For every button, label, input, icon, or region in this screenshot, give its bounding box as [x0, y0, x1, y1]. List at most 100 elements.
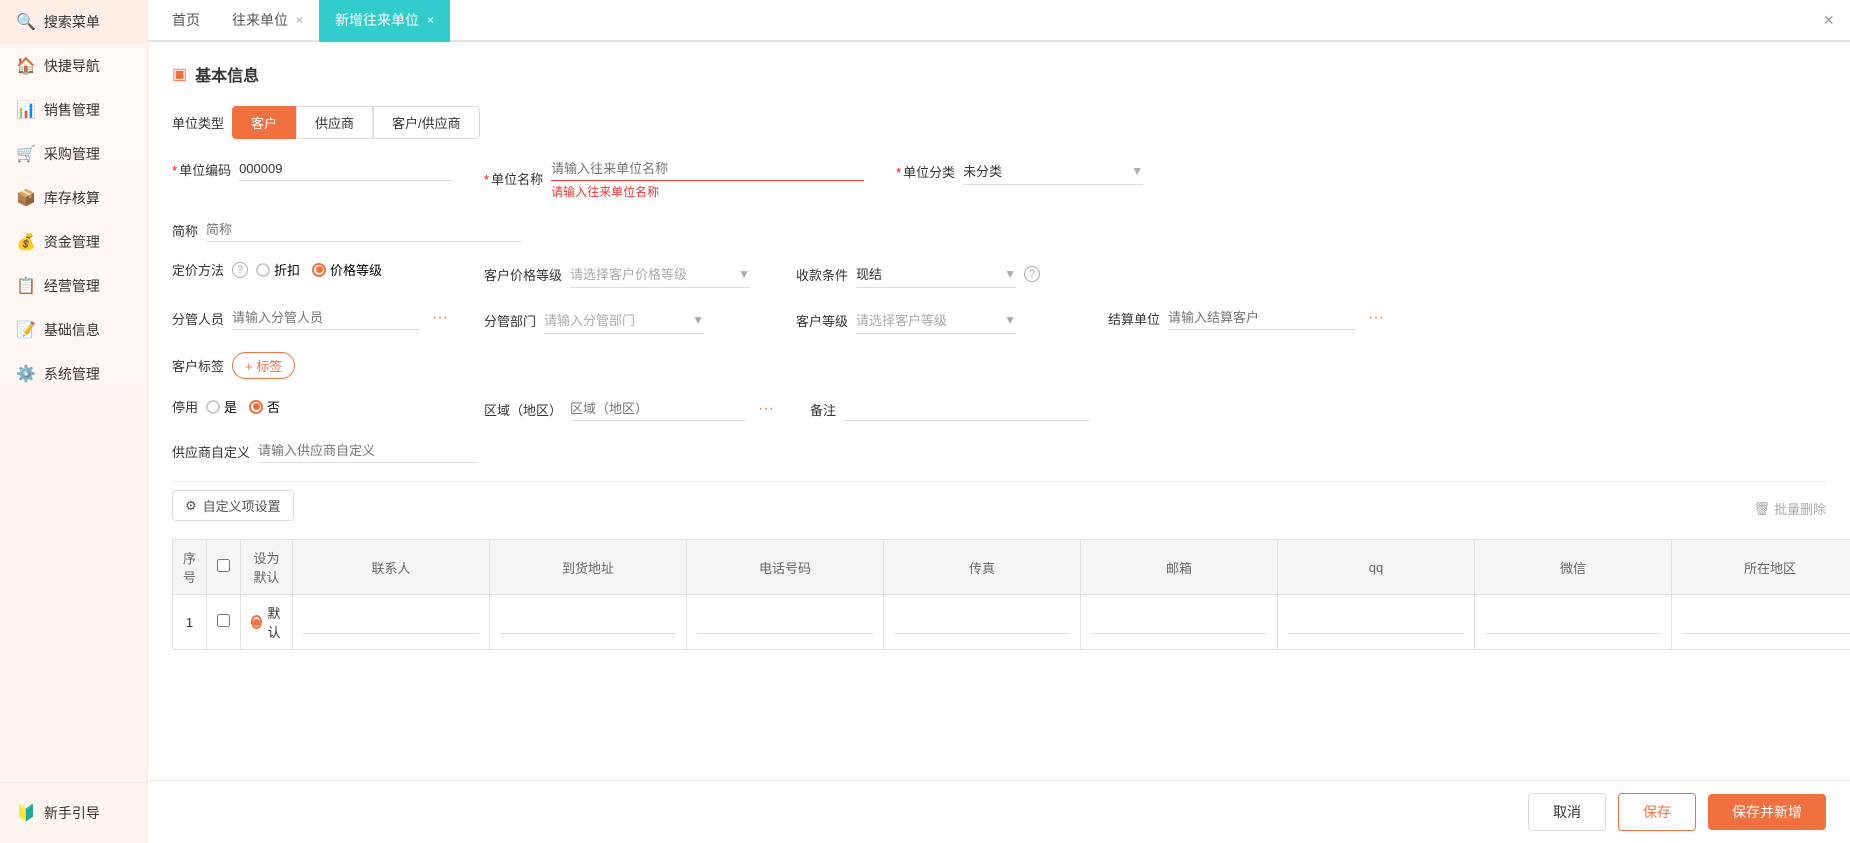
sidebar-item-system[interactable]: ⚙️ 系统管理	[0, 352, 147, 396]
table-row: 1 默认	[173, 595, 1850, 650]
unit-btn-supplier[interactable]: 供应商	[296, 106, 373, 139]
customer-price-level-label: 客户价格等级	[484, 265, 562, 284]
disabled-yes-option[interactable]: 是	[206, 397, 237, 416]
pricing-discount-radio[interactable]	[256, 263, 270, 277]
save-button[interactable]: 保存	[1618, 793, 1696, 831]
short-name-input[interactable]	[206, 218, 522, 242]
pricing-level-radio[interactable]	[312, 263, 326, 277]
customer-price-level-placeholder: 请选择客户价格等级	[570, 264, 734, 283]
supplier-custom-field: 供应商自定义	[172, 439, 478, 463]
customize-settings-button[interactable]: ⚙ 自定义项设置	[172, 490, 294, 521]
sidebar-item-quicknav[interactable]: 🏠 快捷导航	[0, 44, 147, 88]
email-input[interactable]	[1091, 610, 1267, 634]
save-new-button[interactable]: 保存并新增	[1708, 794, 1826, 830]
fax-input[interactable]	[894, 610, 1070, 634]
tab-home[interactable]: 首页	[156, 0, 216, 42]
sidebar-item-sales[interactable]: 📊 销售管理	[0, 88, 147, 132]
unit-btn-customer[interactable]: 客户	[232, 106, 296, 139]
col-index: 序号	[173, 540, 207, 595]
pricing-help-icon[interactable]: ?	[232, 262, 248, 278]
unit-name-field: *单位名称 请输入往来单位名称	[484, 157, 864, 200]
cancel-button[interactable]: 取消	[1528, 793, 1606, 831]
customer-level-select[interactable]: 请选择客户等级 ▼	[856, 306, 1016, 334]
region-dots-icon[interactable]: ···	[754, 400, 778, 418]
sidebar-item-finance[interactable]: 💰 资金管理	[0, 220, 147, 264]
phone-input[interactable]	[697, 610, 873, 634]
sidebar: 🔍 搜索菜单 🏠 快捷导航 📊 销售管理 🛒 采购管理 📦 库存核算 💰 资金管…	[0, 0, 148, 843]
remark-field: 备注	[810, 397, 1090, 421]
unit-name-input[interactable]	[551, 157, 864, 181]
tab-contacts[interactable]: 往来单位 ×	[216, 0, 319, 42]
default-radio-item[interactable]: 默认	[251, 603, 282, 641]
batch-delete-button[interactable]: 🗑 批量删除	[1753, 499, 1826, 518]
window-close-button[interactable]: ×	[1815, 10, 1842, 31]
disabled-yes-radio[interactable]	[206, 400, 220, 414]
section-header: ▣ 基本信息	[172, 62, 1826, 86]
tab-contacts-close[interactable]: ×	[296, 13, 303, 27]
customer-tag-field: 客户标签 + 标签	[172, 352, 452, 379]
settlement-unit-input[interactable]	[1168, 306, 1356, 330]
col-address: 到货地址	[490, 540, 687, 595]
col-wechat: 微信	[1475, 540, 1672, 595]
main-area: 首页 往来单位 × 新增往来单位 × × ▣ 基本信息 单位类型 客户 供应商 …	[148, 0, 1850, 843]
sidebar-item-inventory[interactable]: 📦 库存核算	[0, 176, 147, 220]
contact-table: 序号 设为默认 联系人 到货地址 电话号码 传真 邮箱 qq 微信 所在地区 操…	[172, 539, 1850, 650]
home-icon: 🏠	[16, 56, 36, 76]
short-name-field: 简称	[172, 218, 522, 242]
tab-new-contact-close[interactable]: ×	[427, 13, 434, 27]
customer-price-level-select[interactable]: 请选择客户价格等级 ▼	[570, 260, 750, 288]
cell-region	[1672, 595, 1850, 650]
col-region: 所在地区	[1672, 540, 1850, 595]
manager-dots-icon[interactable]: ···	[428, 309, 452, 327]
manager-label: 分管人员	[172, 309, 224, 328]
unit-category-select[interactable]: 未分类 ▼	[963, 157, 1143, 185]
contact-input[interactable]	[303, 610, 479, 634]
cell-address	[490, 595, 687, 650]
code-name-category-row: *单位编码 *单位名称 请输入往来单位名称 *单位分类	[172, 157, 1826, 200]
unit-btn-both[interactable]: 客户/供应商	[373, 106, 480, 139]
manager-input[interactable]	[232, 306, 420, 330]
ops-icon: 📋	[16, 276, 36, 296]
unit-name-label: *单位名称	[484, 169, 543, 188]
sidebar-item-ops[interactable]: 📋 经营管理	[0, 264, 147, 308]
pricing-discount-option[interactable]: 折扣	[256, 260, 300, 279]
settlement-unit-field: 结算单位 ···	[1108, 306, 1388, 330]
sidebar-item-basic[interactable]: 📝 基础信息	[0, 308, 147, 352]
add-tag-button[interactable]: + 标签	[232, 352, 295, 379]
col-fax: 传真	[884, 540, 1081, 595]
row-region-input[interactable]	[1682, 610, 1850, 634]
unit-code-input[interactable]	[239, 157, 452, 181]
supplier-custom-input[interactable]	[258, 439, 478, 463]
pricing-level-option[interactable]: 价格等级	[312, 260, 382, 279]
sidebar-item-search[interactable]: 🔍 搜索菜单	[0, 0, 147, 44]
sidebar-item-purchase[interactable]: 🛒 采购管理	[0, 132, 147, 176]
disabled-no-dot	[253, 403, 260, 410]
payment-chevron-icon: ▼	[1004, 267, 1016, 281]
gear-icon: ⚙	[185, 498, 197, 514]
customer-level-placeholder: 请选择客户等级	[856, 310, 1000, 329]
manager-row: 分管人员 ··· 分管部门 请输入分管部门 ▼ 客户等级 请选择客户等级 ▼ 结…	[172, 306, 1826, 334]
payment-terms-select[interactable]: 现结 ▼	[856, 260, 1016, 288]
price-level-chevron-icon: ▼	[738, 267, 750, 281]
select-all-checkbox[interactable]	[217, 559, 230, 572]
remark-input[interactable]	[844, 397, 1090, 421]
row-checkbox[interactable]	[217, 614, 230, 627]
region-input[interactable]	[570, 397, 746, 421]
disabled-no-option[interactable]: 否	[249, 397, 280, 416]
tab-new-contact[interactable]: 新增往来单位 ×	[319, 0, 450, 42]
divider	[172, 481, 1826, 482]
address-input[interactable]	[500, 610, 676, 634]
unit-code-label: *单位编码	[172, 160, 231, 179]
settlement-dots-icon[interactable]: ···	[1364, 309, 1388, 327]
sidebar-item-guide[interactable]: 🔰 新手引导	[0, 791, 147, 835]
cell-fax	[884, 595, 1081, 650]
payment-help-icon[interactable]: ?	[1024, 266, 1040, 282]
pricing-method-field: 定价方法 ? 折扣 价格等级	[172, 260, 452, 279]
department-select[interactable]: 请输入分管部门 ▼	[544, 306, 704, 334]
qq-input[interactable]	[1288, 610, 1464, 634]
default-radio[interactable]	[251, 615, 262, 629]
cell-email	[1081, 595, 1278, 650]
disabled-no-radio[interactable]	[249, 400, 263, 414]
finance-icon: 💰	[16, 232, 36, 252]
wechat-input[interactable]	[1485, 610, 1661, 634]
